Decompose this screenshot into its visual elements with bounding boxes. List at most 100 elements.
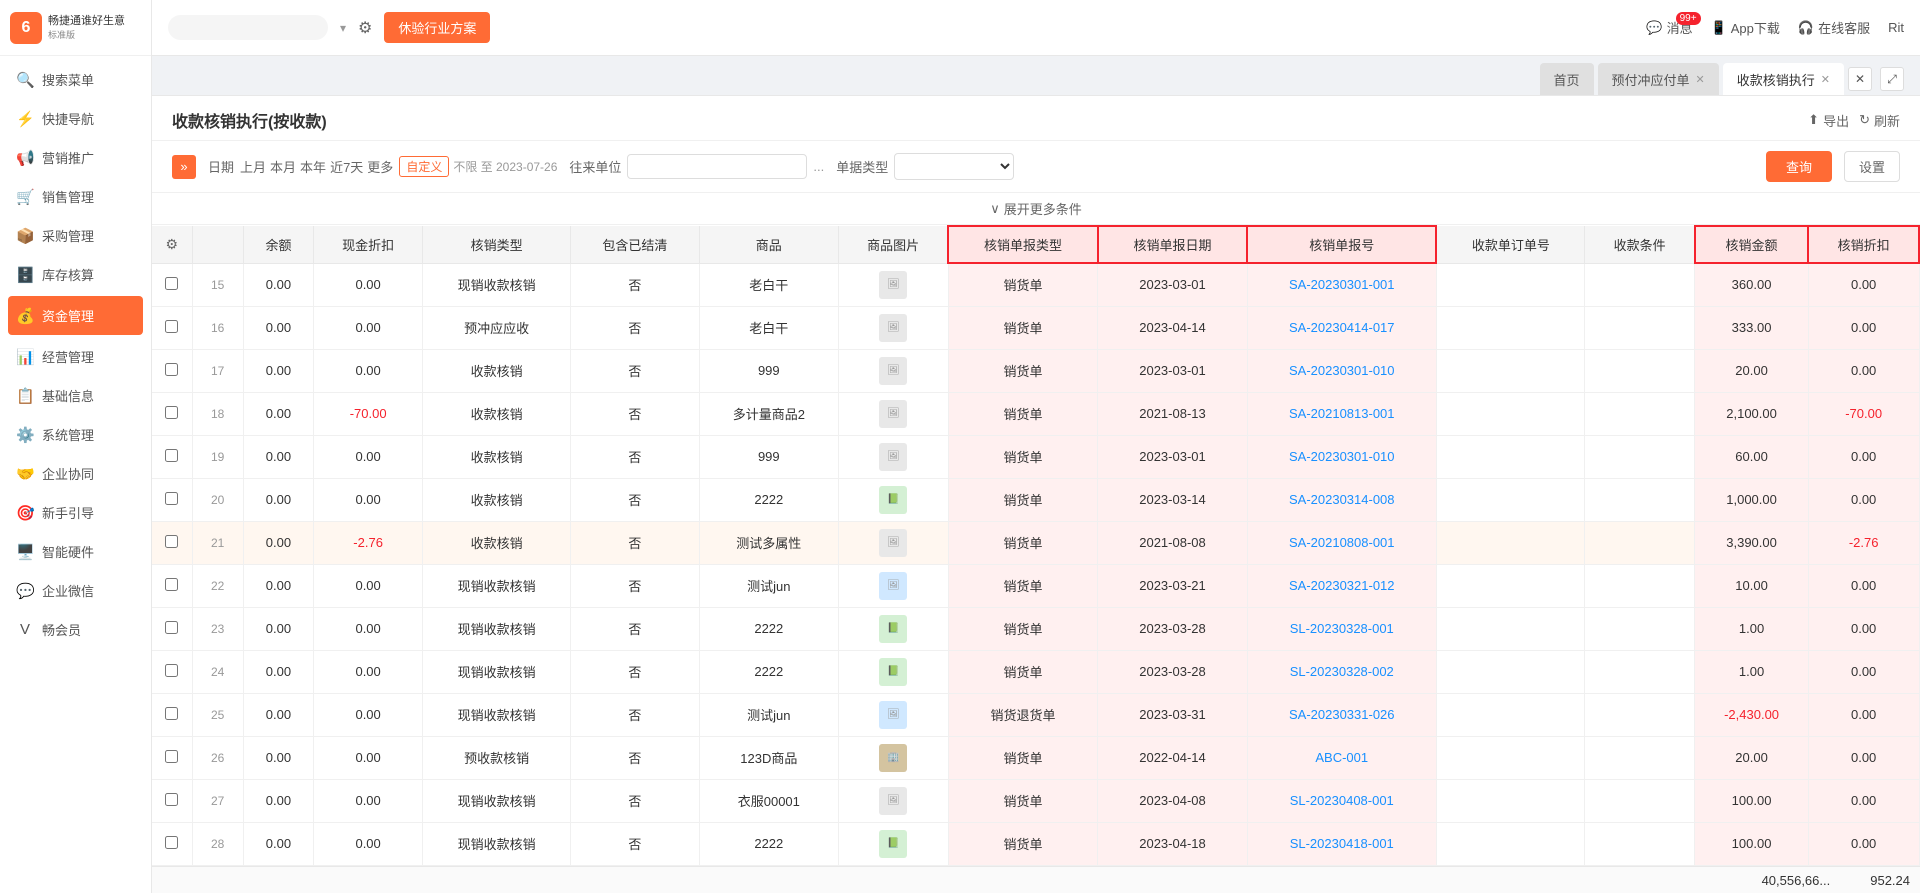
- cell-receipt-order-no: [1436, 822, 1585, 865]
- cell-bill-report-no: SA-20230414-017: [1247, 306, 1436, 349]
- write-off-amount-total: 40,556,66...: [1762, 873, 1831, 888]
- date-last-7-days[interactable]: 近7天: [330, 157, 363, 176]
- filter-expand-button[interactable]: »: [172, 155, 196, 179]
- expand-tab-button[interactable]: ⤢: [1880, 67, 1904, 91]
- table-row: 23 0.00 0.00 现销收款核销 否 2222 📗 销货单 2023-03…: [152, 607, 1919, 650]
- date-shortcuts: 上月 本月 本年 近7天 更多: [240, 157, 393, 176]
- sidebar-item-sales[interactable]: 🛒销售管理: [0, 177, 151, 216]
- cell-bill-report-no: SA-20230301-010: [1247, 349, 1436, 392]
- topbar-gear-icon[interactable]: ⚙: [358, 18, 372, 38]
- cell-write-off-type: 预收款核销: [423, 736, 571, 779]
- sidebar-item-wechat[interactable]: 💬企业微信: [0, 571, 151, 610]
- tab-close-advance[interactable]: ✕: [1696, 73, 1705, 86]
- cell-write-off-amount: 2,100.00: [1695, 392, 1808, 435]
- cell-checkbox[interactable]: [152, 564, 192, 607]
- cell-include-settled: 否: [571, 263, 700, 306]
- tab-home[interactable]: 首页: [1540, 63, 1594, 95]
- cell-seq: 25: [192, 693, 243, 736]
- sidebar-item-system[interactable]: ⚙️系统管理: [0, 415, 151, 454]
- page-header: 收款核销执行(按收款) ⬆ 导出 ↻ 刷新: [152, 96, 1920, 141]
- sidebar-item-marketing[interactable]: 📢营销推广: [0, 138, 151, 177]
- sidebar-item-quick-nav[interactable]: ⚡快捷导航: [0, 99, 151, 138]
- cell-checkbox[interactable]: [152, 521, 192, 564]
- tab-close-receipt-write-off[interactable]: ✕: [1821, 73, 1830, 86]
- cell-checkbox[interactable]: [152, 822, 192, 865]
- cell-write-off-type: 收款核销: [423, 478, 571, 521]
- cell-cash-discount: 0.00: [314, 607, 423, 650]
- cell-write-off-amount: 20.00: [1695, 736, 1808, 779]
- cell-include-settled: 否: [571, 306, 700, 349]
- table-row: 27 0.00 0.00 现销收款核销 否 衣服00001 🖼 销货单 2023…: [152, 779, 1919, 822]
- cell-checkbox[interactable]: [152, 478, 192, 521]
- sidebar-item-inventory[interactable]: 🗄️库存核算: [0, 255, 151, 294]
- industry-solution-button[interactable]: 休验行业方案: [384, 12, 490, 43]
- cell-checkbox[interactable]: [152, 392, 192, 435]
- sidebar-item-search[interactable]: 🔍搜索菜单: [0, 60, 151, 99]
- cell-checkbox[interactable]: [152, 349, 192, 392]
- topbar-search-input[interactable]: [168, 15, 328, 40]
- message-button[interactable]: 💬 消息 99+: [1646, 18, 1692, 37]
- cell-receipt-order-no: [1436, 564, 1585, 607]
- cell-write-off-type: 现销收款核销: [423, 822, 571, 865]
- app-download-button[interactable]: 📱 App下载: [1711, 18, 1780, 37]
- date-this-year[interactable]: 本年: [300, 157, 326, 176]
- cell-checkbox[interactable]: [152, 736, 192, 779]
- sidebar-item-base[interactable]: 📋基础信息: [0, 376, 151, 415]
- close-tab-button[interactable]: ✕: [1848, 67, 1872, 91]
- online-service-button[interactable]: 🎧 在线客服: [1798, 18, 1870, 37]
- tab-advance[interactable]: 预付冲应付单 ✕: [1598, 63, 1719, 95]
- table-row: 28 0.00 0.00 现销收款核销 否 2222 📗 销货单 2023-04…: [152, 822, 1919, 865]
- col-settings-header[interactable]: ⚙: [152, 226, 192, 263]
- sidebar-item-vip[interactable]: V畅会员: [0, 610, 151, 649]
- cell-checkbox[interactable]: [152, 607, 192, 650]
- sidebar-item-purchase[interactable]: 📦采购管理: [0, 216, 151, 255]
- cell-receipt-condition: [1585, 650, 1695, 693]
- cell-checkbox[interactable]: [152, 650, 192, 693]
- date-custom-button[interactable]: 自定义: [399, 156, 449, 177]
- goods-image: 🖼: [879, 529, 907, 557]
- cell-include-settled: 否: [571, 736, 700, 779]
- cell-write-off-discount: 0.00: [1808, 478, 1919, 521]
- sidebar-item-finance[interactable]: 💰资金管理: [8, 296, 143, 335]
- tab-label-receipt-write-off: 收款核销执行: [1737, 70, 1815, 89]
- cell-write-off-amount: 360.00: [1695, 263, 1808, 306]
- export-button[interactable]: ⬆ 导出: [1808, 111, 1849, 130]
- expand-more-button[interactable]: ∨ 展开更多条件: [990, 199, 1082, 218]
- cell-bill-report-date: 2023-04-08: [1098, 779, 1247, 822]
- refresh-button[interactable]: ↻ 刷新: [1859, 111, 1900, 130]
- tab-label-home: 首页: [1554, 70, 1580, 89]
- cell-checkbox[interactable]: [152, 693, 192, 736]
- cell-checkbox[interactable]: [152, 306, 192, 349]
- query-button[interactable]: 查询: [1766, 151, 1832, 182]
- cell-seq: 26: [192, 736, 243, 779]
- partner-more-icon[interactable]: ...: [813, 159, 824, 174]
- cell-bill-report-date: 2023-03-31: [1098, 693, 1247, 736]
- date-last-month[interactable]: 上月: [240, 157, 266, 176]
- sidebar-item-operation[interactable]: 📊经营管理: [0, 337, 151, 376]
- sidebar-item-corp[interactable]: 🤝企业协同: [0, 454, 151, 493]
- tab-receipt-write-off[interactable]: 收款核销执行 ✕: [1723, 63, 1844, 95]
- cell-checkbox[interactable]: [152, 263, 192, 306]
- sidebar-item-guide[interactable]: 🎯新手引导: [0, 493, 151, 532]
- headset-icon: 🎧: [1798, 20, 1814, 36]
- date-more[interactable]: 更多: [367, 157, 393, 176]
- col-seq-header: [192, 226, 243, 263]
- topbar-chevron-icon[interactable]: ▾: [340, 21, 346, 35]
- date-this-month[interactable]: 本月: [270, 157, 296, 176]
- partner-input[interactable]: [627, 154, 807, 179]
- setting-button[interactable]: 设置: [1844, 151, 1900, 182]
- cell-receipt-order-no: [1436, 306, 1585, 349]
- cell-seq: 21: [192, 521, 243, 564]
- cell-bill-report-type: 销货单: [948, 306, 1097, 349]
- cell-receipt-condition: [1585, 349, 1695, 392]
- user-avatar[interactable]: Rit: [1888, 20, 1904, 35]
- cell-cash-discount: 0.00: [314, 693, 423, 736]
- table-body: 15 0.00 0.00 现销收款核销 否 老白干 🖼 销货单 2023-03-…: [152, 263, 1919, 865]
- cell-balance: 0.00: [243, 779, 313, 822]
- bill-type-select[interactable]: [894, 153, 1014, 180]
- cell-seq: 28: [192, 822, 243, 865]
- cell-checkbox[interactable]: [152, 779, 192, 822]
- sidebar-item-smart[interactable]: 🖥️智能硬件: [0, 532, 151, 571]
- cell-bill-report-type: 销货单: [948, 607, 1097, 650]
- cell-checkbox[interactable]: [152, 435, 192, 478]
